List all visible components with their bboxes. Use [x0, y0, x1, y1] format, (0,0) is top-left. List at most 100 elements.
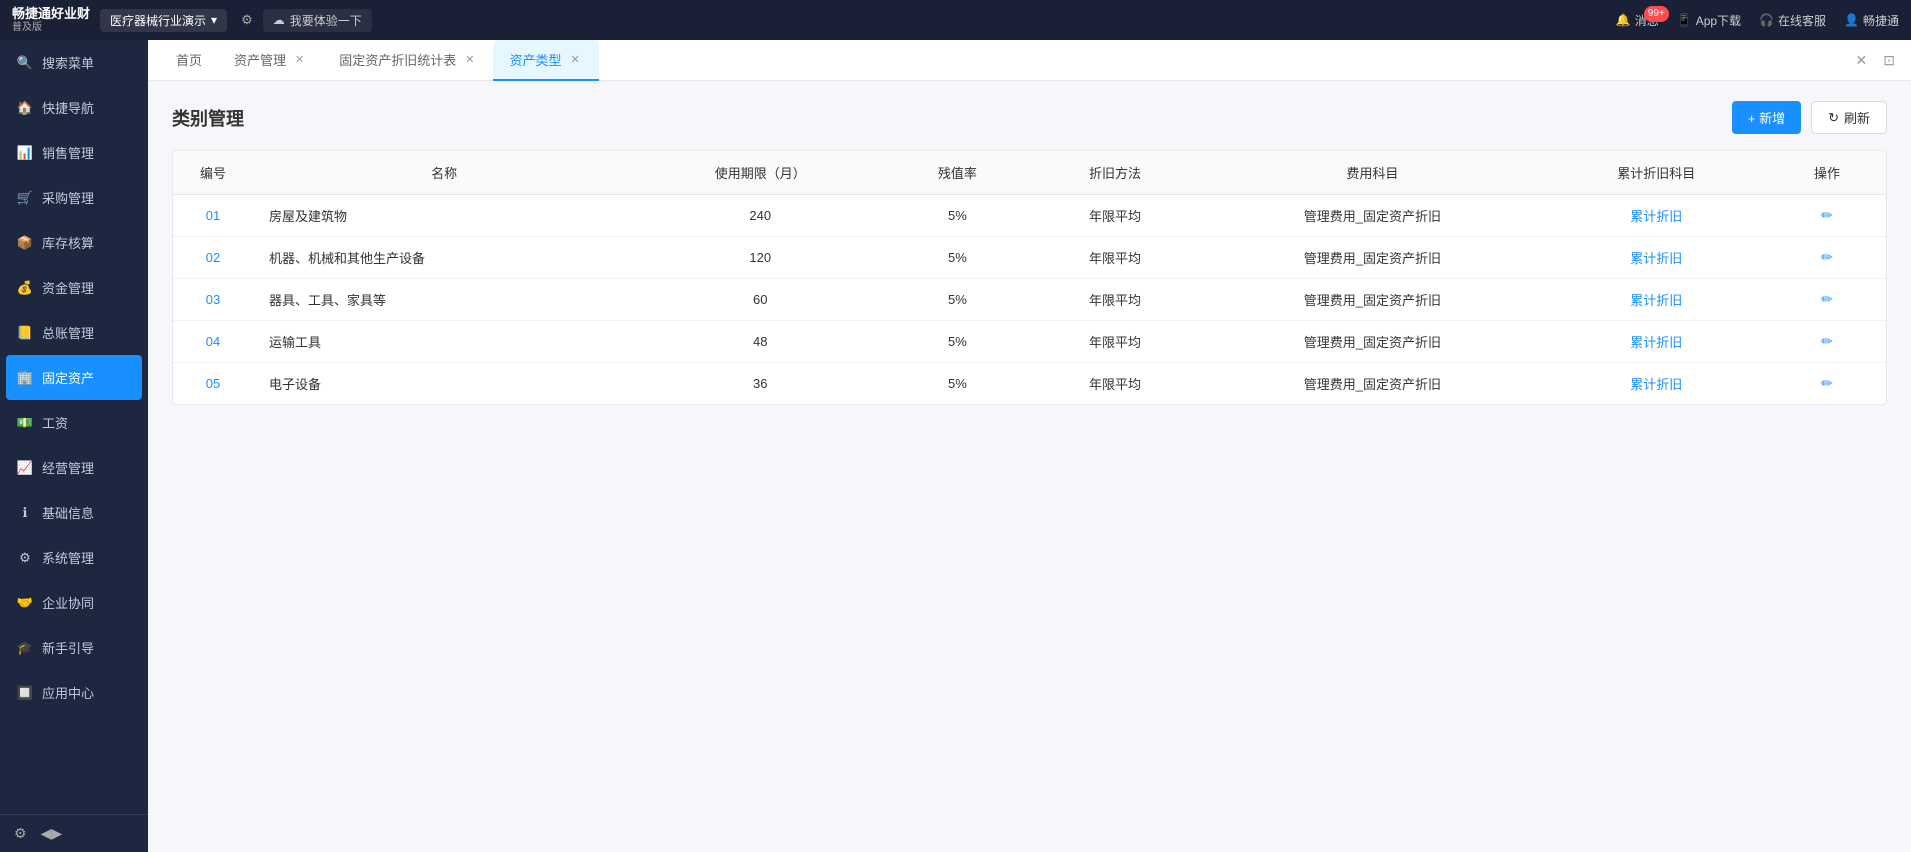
tab-label: 资产管理	[234, 50, 286, 69]
cell-expense: 管理费用_固定资产折旧	[1200, 363, 1544, 405]
sidebar-item-label: 应用中心	[42, 683, 94, 702]
home-icon: 🏠	[16, 99, 34, 117]
cell-method: 年限平均	[1030, 195, 1201, 237]
salary-icon: 💵	[16, 414, 34, 432]
info-icon: ℹ	[16, 504, 34, 522]
app-download-button[interactable]: 📱 App下载	[1677, 12, 1741, 29]
customer-service-button[interactable]: 🎧 在线客服	[1759, 12, 1826, 29]
settings-icon[interactable]: ⚙	[14, 825, 27, 842]
sidebar-item-ledger[interactable]: 📒 总账管理	[0, 310, 148, 355]
tab-bar-actions: ✕ ⊡	[1852, 48, 1899, 73]
topbar-right: 🔔 消息 99+ 📱 App下载 🎧 在线客服 👤 畅捷通	[1616, 12, 1899, 29]
cell-name: 房屋及建筑物	[253, 195, 635, 237]
cell-action[interactable]: ✏	[1768, 195, 1886, 237]
sidebar-item-guide[interactable]: 🎓 新手引导	[0, 625, 148, 670]
tab-asset-type[interactable]: 资产类型 ✕	[493, 40, 598, 81]
cell-residual: 5%	[885, 237, 1029, 279]
add-button[interactable]: + 新增	[1732, 101, 1801, 134]
sidebar-item-purchase[interactable]: 🛒 采购管理	[0, 175, 148, 220]
cell-accumulated: 累计折旧	[1544, 237, 1768, 279]
inventory-icon: 📦	[16, 234, 34, 252]
company-selector[interactable]: 医疗器械行业演示 ▾	[100, 9, 227, 32]
search-icon: 🔍	[16, 54, 34, 72]
sidebar-item-quicknav[interactable]: 🏠 快捷导航	[0, 85, 148, 130]
gear-icon[interactable]: ⚙	[241, 12, 253, 28]
cell-residual: 5%	[885, 363, 1029, 405]
cell-name: 运输工具	[253, 321, 635, 363]
col-action: 操作	[1768, 151, 1886, 195]
cell-expense: 管理费用_固定资产折旧	[1200, 279, 1544, 321]
cell-residual: 5%	[885, 195, 1029, 237]
sidebar-item-label: 企业协同	[42, 593, 94, 612]
system-icon: ⚙	[16, 549, 34, 567]
sidebar-bottom: ⚙ ◀▶	[0, 814, 148, 852]
bell-icon: 🔔	[1616, 13, 1631, 27]
sidebar-item-inventory[interactable]: 📦 库存核算	[0, 220, 148, 265]
sidebar-item-fund[interactable]: 💰 资金管理	[0, 265, 148, 310]
cell-residual: 5%	[885, 279, 1029, 321]
cell-name: 器具、工具、家具等	[253, 279, 635, 321]
cell-action[interactable]: ✏	[1768, 321, 1886, 363]
tab-label: 资产类型	[509, 50, 561, 69]
main-layout: 🔍 搜索菜单 🏠 快捷导航 📊 销售管理 🛒 采购管理 📦 库存核算 💰 资金管…	[0, 40, 1911, 852]
cell-action[interactable]: ✏	[1768, 279, 1886, 321]
expand-icon[interactable]: ⊡	[1879, 48, 1899, 73]
cell-action[interactable]: ✏	[1768, 363, 1886, 405]
cell-method: 年限平均	[1030, 321, 1201, 363]
page-content: 类别管理 + 新增 ↻ 刷新 编号 名称 使用期限（月）	[148, 81, 1911, 852]
col-code: 编号	[173, 151, 253, 195]
table-row: 02 机器、机械和其他生产设备 120 5% 年限平均 管理费用_固定资产折旧 …	[173, 237, 1886, 279]
experience-button[interactable]: ☁ 我要体验一下	[263, 9, 372, 32]
tab-home[interactable]: 首页	[160, 40, 218, 81]
refresh-icon: ↻	[1828, 110, 1839, 126]
tab-close-icon[interactable]: ✕	[292, 52, 307, 67]
user-profile-button[interactable]: 👤 畅捷通	[1844, 12, 1899, 29]
sidebar: 🔍 搜索菜单 🏠 快捷导航 📊 销售管理 🛒 采购管理 📦 库存核算 💰 资金管…	[0, 40, 148, 852]
sidebar-item-label: 经营管理	[42, 458, 94, 477]
sidebar-item-sales[interactable]: 📊 销售管理	[0, 130, 148, 175]
refresh-button[interactable]: ↻ 刷新	[1811, 101, 1887, 134]
page-header: 类别管理 + 新增 ↻ 刷新	[172, 101, 1887, 134]
cell-period: 48	[635, 321, 885, 363]
col-residual: 残值率	[885, 151, 1029, 195]
edit-icon[interactable]: ✏	[1821, 249, 1833, 265]
tab-close-icon[interactable]: ✕	[462, 52, 477, 67]
cloud-icon: ☁	[273, 13, 285, 27]
edit-icon[interactable]: ✏	[1821, 375, 1833, 391]
sidebar-item-management[interactable]: 📈 经营管理	[0, 445, 148, 490]
sidebar-item-apps[interactable]: 🔲 应用中心	[0, 670, 148, 715]
tab-asset-management[interactable]: 资产管理 ✕	[218, 40, 323, 81]
sidebar-item-search[interactable]: 🔍 搜索菜单	[0, 40, 148, 85]
collapse-icon[interactable]: ◀▶	[41, 825, 63, 842]
sidebar-item-collab[interactable]: 🤝 企业协同	[0, 580, 148, 625]
edit-icon[interactable]: ✏	[1821, 291, 1833, 307]
management-icon: 📈	[16, 459, 34, 477]
edit-icon[interactable]: ✏	[1821, 333, 1833, 349]
cell-period: 36	[635, 363, 885, 405]
sidebar-item-label: 资金管理	[42, 278, 94, 297]
close-tab-icon[interactable]: ✕	[1852, 48, 1872, 73]
sidebar-item-assets[interactable]: 🏢 固定资产	[6, 355, 142, 400]
cell-accumulated: 累计折旧	[1544, 321, 1768, 363]
sidebar-item-label: 工资	[42, 413, 68, 432]
cell-expense: 管理费用_固定资产折旧	[1200, 321, 1544, 363]
ledger-icon: 📒	[16, 324, 34, 342]
cell-accumulated: 累计折旧	[1544, 195, 1768, 237]
topbar: 畅捷通好业财 普及版 医疗器械行业演示 ▾ ⚙ ☁ 我要体验一下 🔔 消息 99…	[0, 0, 1911, 40]
edit-icon[interactable]: ✏	[1821, 207, 1833, 223]
tab-close-icon[interactable]: ✕	[568, 52, 583, 67]
notification-button[interactable]: 🔔 消息 99+	[1616, 12, 1659, 29]
user-icon: 👤	[1844, 13, 1859, 27]
col-name: 名称	[253, 151, 635, 195]
sidebar-item-label: 新手引导	[42, 638, 94, 657]
sidebar-item-info[interactable]: ℹ 基础信息	[0, 490, 148, 535]
cell-action[interactable]: ✏	[1768, 237, 1886, 279]
sidebar-item-label: 基础信息	[42, 503, 94, 522]
tab-depreciation-table[interactable]: 固定资产折旧统计表 ✕	[323, 40, 493, 81]
cell-expense: 管理费用_固定资产折旧	[1200, 237, 1544, 279]
sidebar-item-system[interactable]: ⚙ 系统管理	[0, 535, 148, 580]
sidebar-item-salary[interactable]: 💵 工资	[0, 400, 148, 445]
cell-name: 电子设备	[253, 363, 635, 405]
table-row: 03 器具、工具、家具等 60 5% 年限平均 管理费用_固定资产折旧 累计折旧…	[173, 279, 1886, 321]
cell-name: 机器、机械和其他生产设备	[253, 237, 635, 279]
